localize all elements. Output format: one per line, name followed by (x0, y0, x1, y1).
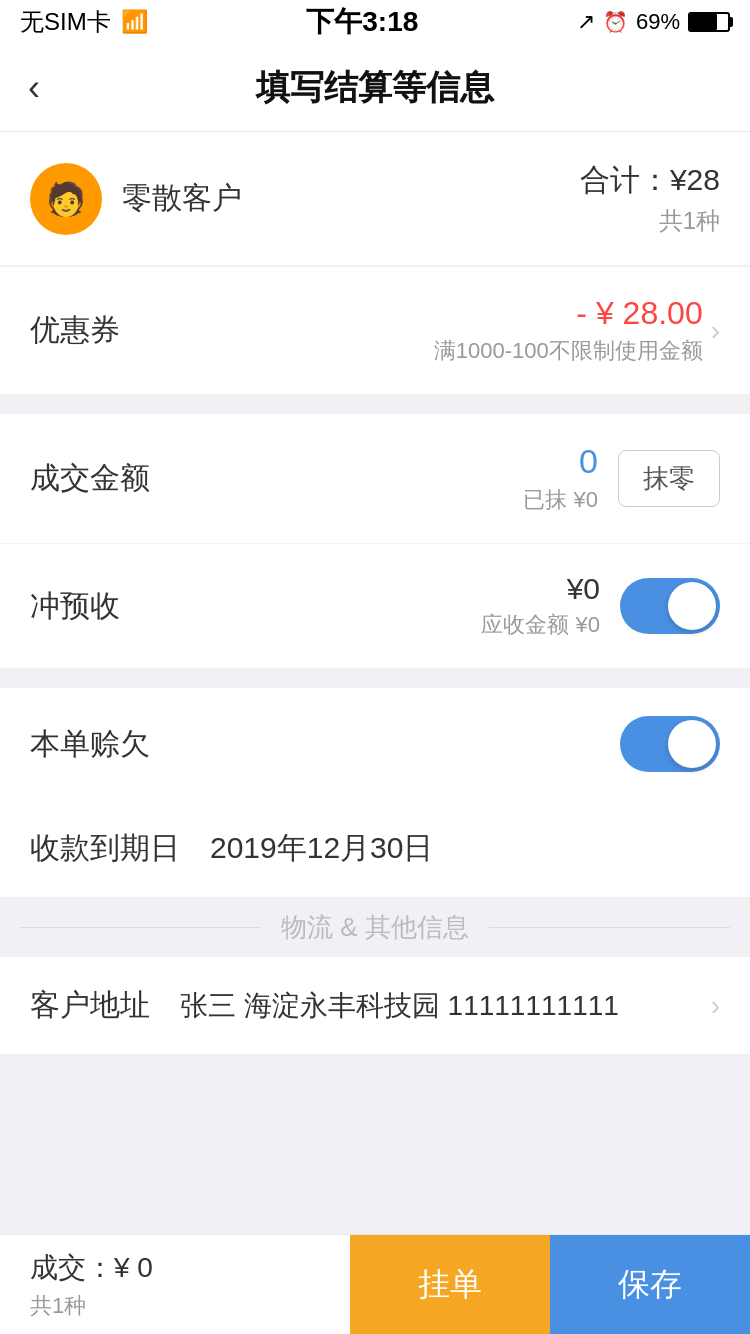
customer-section: 🧑 零散客户 合计：¥28 共1种 (0, 132, 750, 266)
bottom-bar: 成交：¥ 0 共1种 挂单 保存 (0, 1234, 750, 1334)
address-chevron-icon: › (711, 990, 720, 1022)
pre-receipt-right: ¥0 应收金额 ¥0 (481, 572, 720, 640)
logistics-line-right (489, 927, 730, 928)
due-date-row: 收款到期日 2019年12月30日 (0, 800, 750, 897)
customer-left: 🧑 零散客户 (30, 163, 242, 235)
logistics-line-left (20, 927, 261, 928)
coupon-amount: - ¥ 28.00 (434, 295, 703, 332)
pre-receipt-label: 冲预收 (30, 586, 120, 627)
toggle-knob (668, 582, 716, 630)
address-row[interactable]: 客户地址 张三 海淀永丰科技园 11111111111 › (0, 957, 750, 1054)
pre-receipt-toggle[interactable] (620, 578, 720, 634)
battery-icon (688, 12, 730, 32)
status-right: ↗ ⏰ 69% (577, 9, 730, 35)
alarm-icon: ⏰ (603, 10, 628, 34)
bottom-count: 共1种 (30, 1291, 320, 1321)
wifi-icon: 📶 (121, 9, 148, 35)
credit-row: 本单赊欠 (0, 688, 750, 800)
address-label: 客户地址 (30, 985, 150, 1026)
bottom-deal-value: ¥ 0 (114, 1252, 153, 1283)
coupon-right: - ¥ 28.00 满1000-100不限制使用金额 › (434, 295, 720, 366)
carrier-label: 无SIM卡 (20, 6, 111, 38)
credit-label: 本单赊欠 (30, 724, 150, 765)
status-left: 无SIM卡 📶 (20, 6, 148, 38)
credit-section: 本单赊欠 收款到期日 2019年12月30日 (0, 688, 750, 897)
pre-receipt-section: 冲预收 ¥0 应收金额 ¥0 (0, 544, 750, 668)
deal-amount-section: 成交金额 0 已抹 ¥0 抹零 (0, 414, 750, 544)
customer-right: 合计：¥28 共1种 (580, 160, 720, 237)
customer-count: 共1种 (580, 205, 720, 237)
pre-receipt-amount: ¥0 (481, 572, 600, 606)
pre-receipt-sub: 应收金额 ¥0 (481, 610, 600, 640)
section-divider-2 (0, 668, 750, 688)
customer-name: 零散客户 (122, 178, 242, 219)
address-value: 张三 海淀永丰科技园 11111111111 (180, 987, 711, 1025)
bottom-spacer (0, 1054, 750, 1254)
avatar-icon: 🧑 (46, 180, 86, 218)
location-icon: ↗ (577, 9, 595, 35)
avatar: 🧑 (30, 163, 102, 235)
status-bar: 无SIM卡 📶 下午3:18 ↗ ⏰ 69% (0, 0, 750, 44)
coupon-row[interactable]: 优惠券 - ¥ 28.00 满1000-100不限制使用金额 › (0, 267, 750, 394)
status-time: 下午3:18 (306, 3, 418, 41)
hang-order-button[interactable]: 挂单 (350, 1235, 550, 1334)
deal-amount-sub: 已抹 ¥0 (523, 485, 598, 515)
credit-toggle[interactable] (620, 716, 720, 772)
customer-row: 🧑 零散客户 合计：¥28 共1种 (0, 132, 750, 266)
coupon-section: 优惠券 - ¥ 28.00 满1000-100不限制使用金额 › (0, 267, 750, 394)
save-button[interactable]: 保存 (550, 1235, 750, 1334)
deal-amount-right: 0 已抹 ¥0 抹零 (523, 442, 720, 515)
deal-amount-value[interactable]: 0 (523, 442, 598, 481)
coupon-label: 优惠券 (30, 310, 120, 351)
deal-amount-row: 成交金额 0 已抹 ¥0 抹零 (0, 414, 750, 544)
address-section: 客户地址 张三 海淀永丰科技园 11111111111 › (0, 957, 750, 1054)
deal-amount-label: 成交金额 (30, 458, 150, 499)
logistics-label: 物流 & 其他信息 (281, 910, 469, 945)
credit-toggle-knob (668, 720, 716, 768)
due-date-value: 2019年12月30日 (210, 828, 433, 869)
back-button[interactable]: ‹ (28, 67, 40, 109)
bottom-deal: 成交：¥ 0 (30, 1249, 320, 1287)
bottom-info: 成交：¥ 0 共1种 (0, 1235, 350, 1334)
bottom-deal-label: 成交： (30, 1252, 114, 1283)
chevron-right-icon: › (711, 315, 720, 347)
battery-percent: 69% (636, 9, 680, 35)
nav-bar: ‹ 填写结算等信息 (0, 44, 750, 132)
coupon-desc: 满1000-100不限制使用金额 (434, 336, 703, 366)
logistics-divider: 物流 & 其他信息 (0, 897, 750, 957)
customer-total: 合计：¥28 (580, 160, 720, 201)
round-zero-button[interactable]: 抹零 (618, 450, 720, 507)
page-title: 填写结算等信息 (256, 65, 494, 111)
due-date-label: 收款到期日 (30, 828, 180, 869)
section-divider-1 (0, 394, 750, 414)
pre-receipt-row: 冲预收 ¥0 应收金额 ¥0 (0, 544, 750, 668)
